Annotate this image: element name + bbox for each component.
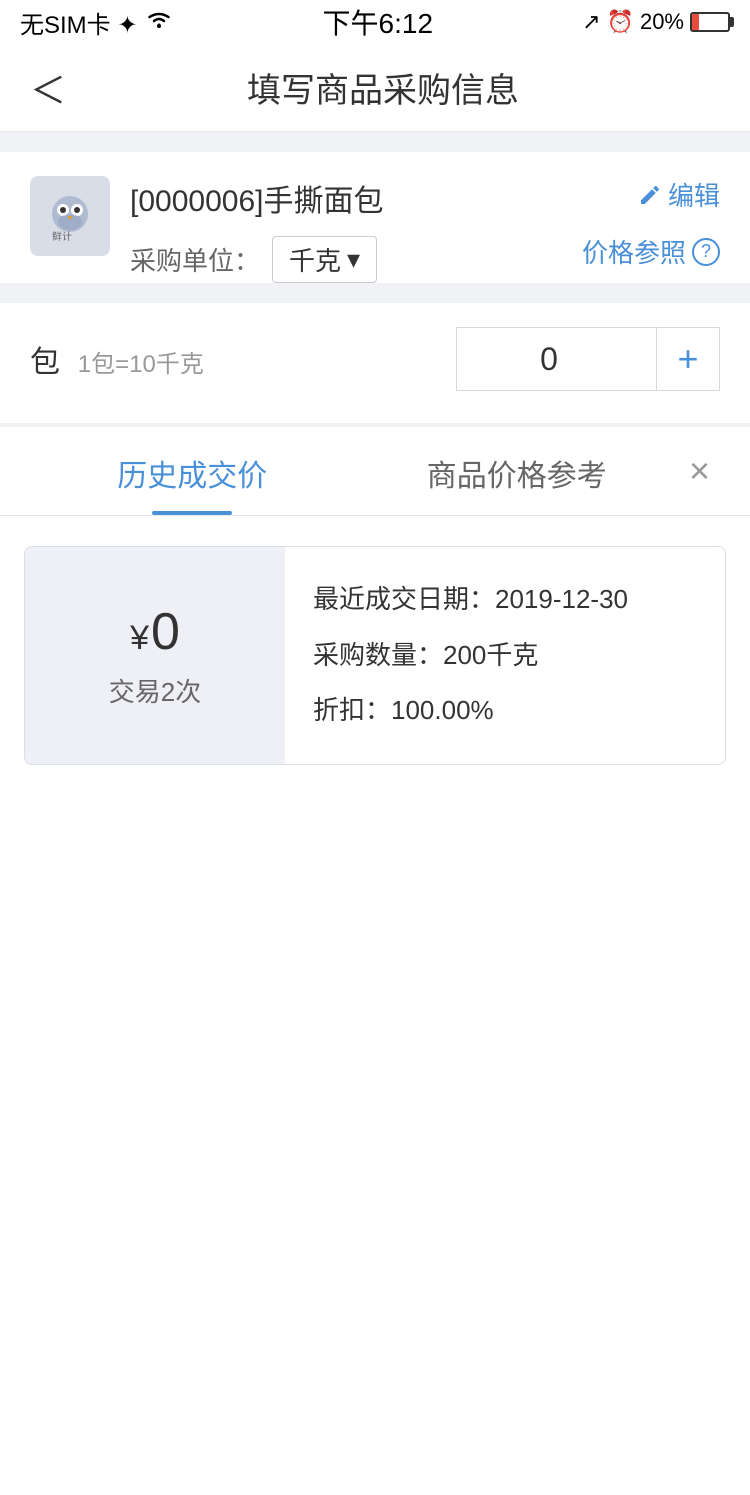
unit-value: 千克	[289, 241, 341, 278]
price-ref-button[interactable]: 价格参照 ?	[582, 233, 720, 270]
page-title: 填写商品采购信息	[86, 63, 680, 112]
quantity-sub-label: 1包=10千克	[78, 351, 204, 378]
svg-text:鲜计: 鲜计	[52, 230, 72, 243]
price-right-panel: 最近成交日期：2019-12-30 采购数量：200千克 折扣：100.00%	[285, 547, 725, 764]
alarm-icon: ⏰	[607, 9, 634, 35]
tab-section: 历史成交价 商品价格参考 × ¥0 交易2次 最近成交日期：2019-12-30…	[0, 427, 750, 1495]
unit-row: 采购单位： 千克 ▾	[130, 236, 383, 283]
recent-date-value: 2019-12-30	[495, 584, 628, 614]
carrier-text: 无SIM卡 ✦	[20, 5, 137, 40]
price-left-panel: ¥0 交易2次	[25, 547, 285, 764]
discount-row: 折扣：100.00%	[313, 690, 697, 732]
unit-select[interactable]: 千克 ▾	[272, 236, 377, 283]
product-info: [0000006]手撕面包 采购单位： 千克 ▾	[130, 176, 383, 283]
purchase-qty-value: 200千克	[443, 640, 538, 670]
quantity-label-group: 包 1包=10千克	[30, 337, 204, 381]
unit-label: 采购单位：	[130, 241, 260, 278]
tab-close-button[interactable]: ×	[679, 450, 720, 492]
status-right: ↗ ⏰ 20%	[582, 9, 730, 35]
dropdown-icon: ▾	[347, 244, 360, 275]
price-card: ¥0 交易2次 最近成交日期：2019-12-30 采购数量：200千克 折扣：…	[24, 546, 726, 765]
quantity-input[interactable]	[456, 327, 656, 391]
back-button[interactable]: ＜	[30, 62, 66, 114]
quantity-row: 包 1包=10千克 +	[30, 303, 720, 399]
product-thumbnail: 鲜计	[30, 176, 110, 256]
battery-icon	[690, 12, 730, 32]
divider	[0, 283, 750, 303]
quantity-unit-label: 包	[30, 346, 60, 379]
product-header: 鲜计 [0000006]手撕面包 采购单位： 千克 ▾ 编辑	[30, 176, 720, 283]
tab-history-price[interactable]: 历史成交价	[30, 427, 354, 515]
product-section: 鲜计 [0000006]手撕面包 采购单位： 千克 ▾ 编辑	[0, 152, 750, 423]
help-icon: ?	[692, 238, 720, 266]
status-bar: 无SIM卡 ✦ 下午6:12 ↗ ⏰ 20%	[0, 0, 750, 44]
discount-label: 折扣：	[313, 695, 391, 725]
edit-button[interactable]: 编辑	[638, 176, 720, 213]
recent-date-row: 最近成交日期：2019-12-30	[313, 579, 697, 621]
quantity-input-area: +	[456, 327, 720, 391]
edit-icon	[638, 183, 662, 207]
time-display: 下午6:12	[323, 2, 434, 42]
product-image: 鲜计	[40, 186, 100, 246]
wifi-icon	[145, 8, 173, 36]
product-name: [0000006]手撕面包	[130, 176, 383, 220]
purchase-qty-row: 采购数量：200千克	[313, 635, 697, 677]
product-left: 鲜计 [0000006]手撕面包 采购单位： 千克 ▾	[30, 176, 383, 283]
discount-value: 100.00%	[391, 695, 494, 725]
plus-button[interactable]: +	[656, 327, 720, 391]
purchase-qty-label: 采购数量：	[313, 640, 443, 670]
location-icon: ↗	[582, 9, 600, 35]
battery-percent: 20%	[640, 9, 684, 35]
tab-product-label: 商品价格参考	[427, 460, 607, 493]
price-value: 0	[151, 603, 180, 661]
product-right: 编辑 价格参照 ?	[582, 176, 720, 270]
status-left: 无SIM卡 ✦	[20, 5, 173, 40]
tab-bar: 历史成交价 商品价格参考 ×	[0, 427, 750, 516]
currency-symbol: ¥	[130, 619, 149, 657]
tab-history-label: 历史成交价	[117, 460, 267, 493]
price-amount-display: ¥0	[130, 602, 180, 662]
price-ref-label: 价格参照	[582, 233, 686, 270]
edit-label: 编辑	[668, 176, 720, 213]
content-body	[0, 795, 750, 1495]
recent-date-label: 最近成交日期：	[313, 584, 495, 614]
tab-product-price[interactable]: 商品价格参考	[354, 427, 678, 515]
trade-count: 交易2次	[109, 672, 201, 709]
nav-bar: ＜ 填写商品采购信息	[0, 44, 750, 132]
